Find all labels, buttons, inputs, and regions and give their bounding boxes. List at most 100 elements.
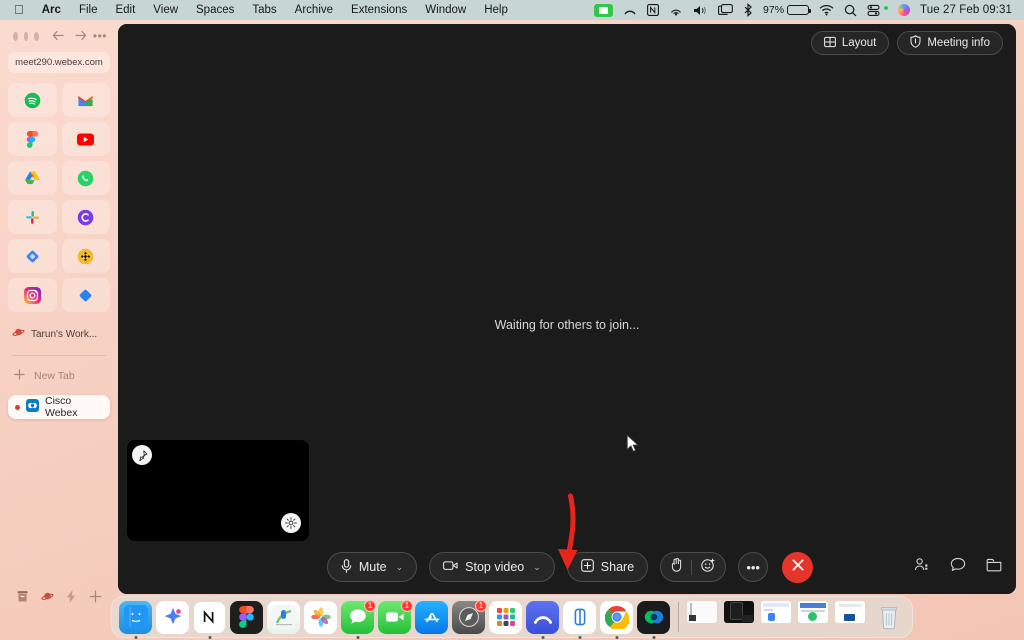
menu-item-extensions[interactable]: Extensions [342,0,416,20]
bluetooth-icon[interactable] [743,3,753,17]
boost-lightning-icon[interactable] [66,590,77,606]
dock-item-trash[interactable] [872,601,905,634]
dock-item-safari-tech[interactable]: 1 [452,599,487,634]
dock-item-finder[interactable] [119,600,152,639]
forward-arrow-icon[interactable] [75,30,87,43]
dock-item-arc[interactable] [526,600,559,639]
emoji-reaction-icon[interactable] [701,558,715,577]
pinned-app-whatsapp[interactable] [61,161,110,195]
pinned-app-diamond-blue[interactable] [8,239,57,273]
minimize-window-button[interactable] [23,31,29,41]
pinned-app-google-drive[interactable] [8,161,57,195]
dock-item-app-store[interactable] [415,600,448,634]
dock-item-launchpad[interactable] [489,600,522,634]
stop-video-chevron-down-icon[interactable]: ⌄ [533,562,541,573]
camera-icon [443,560,458,574]
mute-button[interactable]: Mute ⌄ [326,552,418,582]
sidebar-tab-cisco-webex[interactable]: Cisco Webex [8,395,110,419]
pinned-app-slack[interactable] [8,200,57,234]
notion-menu-icon[interactable] [647,4,659,16]
dock-minimized-window-1[interactable] [687,600,720,634]
more-options-button[interactable]: ••• [738,552,769,582]
new-tab-plus-icon[interactable] [89,590,102,606]
dock-item-chrome[interactable] [600,600,633,639]
dock-running-indicator [578,635,581,639]
status-indicator-dot [884,6,889,10]
layout-button[interactable]: Layout [810,31,890,55]
battery-status[interactable]: 97% [763,4,812,16]
dock-item-notion[interactable] [193,600,226,639]
dock-badge: 1 [475,599,487,612]
menu-item-window[interactable]: Window [416,0,475,20]
dock-running-indicator [356,635,359,639]
new-tab-button[interactable]: New Tab [8,366,110,386]
control-center-icon[interactable] [867,4,880,17]
screen-mirroring-icon[interactable] [718,4,733,16]
end-call-button[interactable] [782,551,814,583]
dock-minimized-window-2[interactable] [724,600,757,634]
new-tab-label: New Tab [34,370,75,382]
raise-hand-icon[interactable] [671,557,682,577]
menu-item-help[interactable]: Help [475,0,517,20]
pinned-app-youtube[interactable] [61,122,110,156]
menu-item-spaces[interactable]: Spaces [187,0,243,20]
airdrop-icon[interactable] [669,3,683,17]
apple-menu-icon[interactable]:  [6,0,33,20]
dock-minimized-window-5[interactable] [835,600,868,634]
pin-icon[interactable] [132,445,152,465]
menu-bar-clock[interactable]: Tue 27 Feb 09:31 [920,4,1012,16]
siri-icon[interactable] [898,4,911,16]
microphone-icon [341,558,352,576]
arc-menu-icon[interactable] [623,3,637,17]
dock-running-indicator [615,635,618,639]
close-window-button[interactable] [13,31,18,41]
dock-item-messages[interactable]: 1 [341,599,376,639]
pinned-app-figma[interactable] [8,122,57,156]
menu-item-tabs[interactable]: Tabs [243,0,285,20]
menu-item-file[interactable]: File [70,0,107,20]
meeting-info-button[interactable]: Meeting info [897,31,1003,55]
dock-item-facetime[interactable]: 1 [378,599,413,634]
pinned-app-gmail[interactable] [61,83,110,117]
mute-chevron-down-icon[interactable]: ⌄ [396,562,404,573]
pinned-app-diamond-blue-2[interactable] [61,278,110,312]
participants-icon[interactable] [914,557,930,577]
share-button[interactable]: Share [566,552,649,582]
dock-item-keynote[interactable] [267,600,300,634]
dock-item-webex[interactable] [637,600,670,639]
archive-icon[interactable] [16,590,29,606]
spotlight-search-icon[interactable] [844,4,857,17]
menu-item-view[interactable]: View [144,0,187,20]
dock-minimized-window-4[interactable] [798,600,831,634]
menu-item-arc[interactable]: Arc [33,0,70,20]
dock-item-reader[interactable] [563,600,596,639]
menu-item-archive[interactable]: Archive [286,0,342,20]
wifi-icon[interactable] [819,4,834,16]
dock-item-arc-boost[interactable] [156,600,189,634]
window-controls: ••• [8,20,110,43]
camera-recording-icon[interactable] [594,3,614,17]
self-view-panel[interactable] [127,440,309,541]
pinned-app-claude[interactable] [61,200,110,234]
dock-minimized-window-3[interactable] [761,600,794,634]
zoom-window-button[interactable] [34,31,39,41]
sidebar-folder-tarun-work[interactable]: Tarun's Work... [8,323,110,345]
sidebar-folder-label: Tarun's Work... [31,328,98,340]
pinned-app-binance[interactable] [61,239,110,273]
url-bar[interactable]: meet290.webex.com [8,52,110,73]
panel-icon[interactable] [986,558,1002,577]
sidebar-more-menu-icon[interactable]: ••• [93,29,107,43]
volume-icon[interactable] [693,4,708,17]
pinned-app-instagram[interactable] [8,278,57,312]
workspace-saturn-icon[interactable] [41,590,54,606]
back-arrow-icon[interactable] [52,30,64,43]
pinned-app-spotify[interactable] [8,83,57,117]
gear-icon[interactable] [281,513,301,533]
dock-running-indicator [541,635,544,639]
dock-item-figma[interactable] [230,600,263,634]
stop-video-button[interactable]: Stop video ⌄ [429,552,555,582]
menu-item-edit[interactable]: Edit [106,0,144,20]
share-screen-icon [580,559,594,575]
dock-item-photos[interactable] [304,600,337,634]
chat-icon[interactable] [950,557,966,577]
